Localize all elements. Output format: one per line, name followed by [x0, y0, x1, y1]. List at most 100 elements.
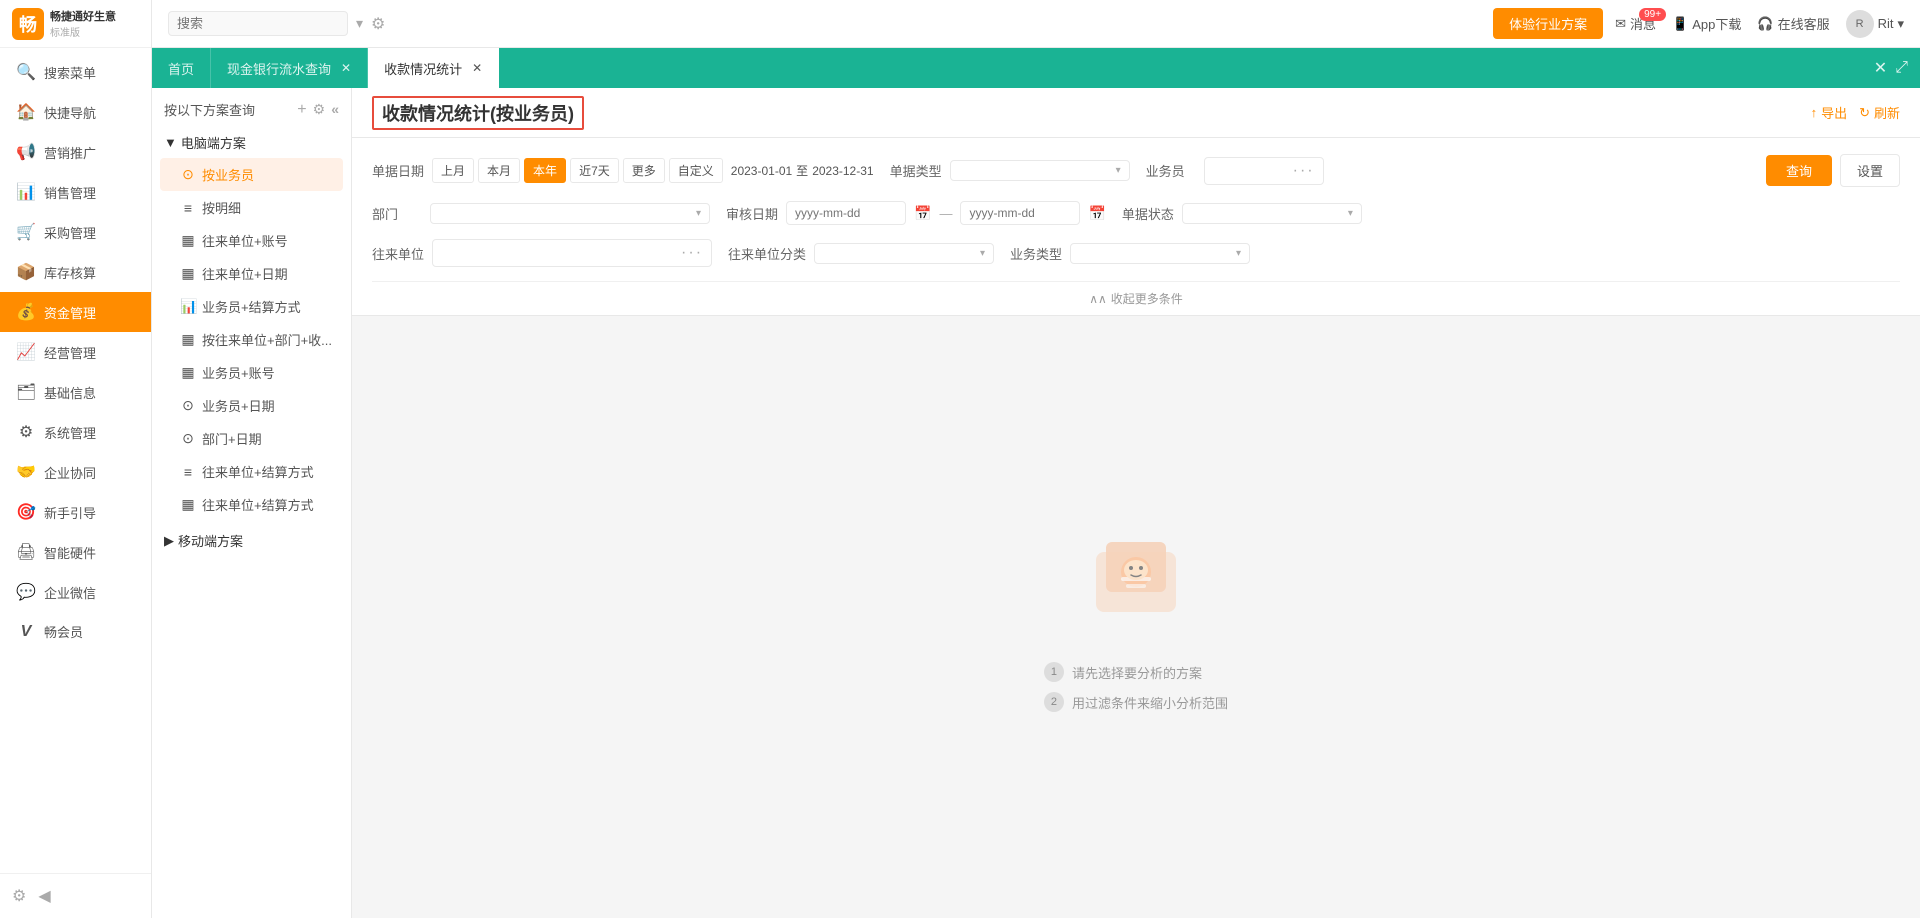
left-panel-collapse-icon[interactable]: « [331, 101, 339, 119]
msg-icon: ✉ [1615, 16, 1626, 32]
doc-type-select[interactable]: ▾ [950, 160, 1130, 181]
left-panel-settings-icon[interactable]: ⚙ [313, 101, 326, 119]
tab-expand-icon[interactable]: ⤢ [1895, 59, 1908, 77]
scheme-dept-date[interactable]: ⊙ 部门+日期 [160, 422, 343, 455]
salesperson-dots-icon[interactable]: ··· [1293, 162, 1315, 180]
date-btn-this-year[interactable]: 本年 [524, 158, 566, 183]
date-btn-more[interactable]: 更多 [623, 158, 665, 183]
review-date-start[interactable] [786, 201, 906, 225]
scheme-partner-date[interactable]: ▦ 往来单位+日期 [160, 257, 343, 290]
filter-row-3: 往来单位 ··· 往来单位分类 ▾ 业务类型 [372, 239, 1900, 267]
quick-nav-icon: 🏠 [16, 102, 36, 122]
user-avatar: R [1846, 10, 1874, 38]
partner-settlement1-icon: ≡ [180, 464, 196, 480]
topbar-search-area: ▾ ⚙ [168, 11, 1481, 36]
counterpart-select[interactable]: ··· [432, 239, 712, 267]
sidebar-item-hardware[interactable]: 🖨 智能硬件 [0, 532, 151, 572]
filter-row-2: 部门 ▾ 审核日期 📅 — 📅 [372, 201, 1900, 225]
hardware-icon: 🖨 [16, 542, 36, 562]
settings-btn[interactable]: 设置 [1840, 154, 1900, 187]
sidebar-settings-icon[interactable]: ⚙ [12, 886, 26, 906]
tabbar-actions: ✕ ⤢ [1862, 58, 1920, 78]
date-btn-this-month[interactable]: 本月 [478, 158, 520, 183]
left-panel-add-icon[interactable]: + [297, 101, 306, 119]
scheme-salesperson-settlement[interactable]: 📊 业务员+结算方式 [160, 290, 343, 323]
sidebar-item-search-menu[interactable]: 🔍 搜索菜单 [0, 52, 151, 92]
doc-status-select[interactable]: ▾ [1182, 203, 1362, 224]
refresh-btn[interactable]: ↻ 刷新 [1859, 103, 1900, 122]
dept-select[interactable]: ▾ [430, 203, 710, 224]
scheme-salesperson-date[interactable]: ⊙ 业务员+日期 [160, 389, 343, 422]
sidebar-item-sales[interactable]: 📊 销售管理 [0, 172, 151, 212]
topbar-user[interactable]: R Rit ▾ [1846, 10, 1904, 38]
partner-dept-icon: ▦ [180, 331, 196, 348]
topbar-msg[interactable]: ✉ 消息 99+ [1615, 14, 1656, 33]
search-input[interactable] [168, 11, 348, 36]
filter-counterpart: 往来单位 ··· [372, 239, 712, 267]
sidebar-item-member[interactable]: V 畅会员 [0, 612, 151, 651]
sidebar-item-basic-info[interactable]: 🗂 基础信息 [0, 372, 151, 412]
scheme-partner-account[interactable]: ▦ 往来单位+账号 [160, 224, 343, 257]
sidebar-item-wechat[interactable]: 💬 企业微信 [0, 572, 151, 612]
desktop-group-toggle[interactable]: ▼ 电脑端方案 [160, 127, 343, 158]
scheme-by-salesperson[interactable]: ⊙ 按业务员 [160, 158, 343, 191]
export-btn[interactable]: ↑ 导出 [1811, 103, 1848, 122]
refresh-icon: ↻ [1859, 105, 1870, 121]
mobile-group-toggle[interactable]: ▶ 移动端方案 [160, 525, 343, 556]
scheme-partner-dept[interactable]: ▦ 按往来单位+部门+收... [160, 323, 343, 356]
tab-bank-flow-close[interactable]: ✕ [341, 61, 351, 75]
scheme-partner-settlement1[interactable]: ≡ 往来单位+结算方式 [160, 455, 343, 488]
counterpart-type-select[interactable]: ▾ [814, 243, 994, 264]
date-btn-last-month[interactable]: 上月 [432, 158, 474, 183]
member-icon: V [16, 623, 36, 641]
counterpart-dots-icon[interactable]: ··· [681, 244, 703, 262]
scheme-partner-settlement2[interactable]: ▦ 往来单位+结算方式 [160, 488, 343, 521]
sidebar-item-cooperation[interactable]: 🤝 企业协同 [0, 452, 151, 492]
date-btn-7days[interactable]: 近7天 [570, 158, 619, 183]
date-btn-custom[interactable]: 自定义 [669, 158, 723, 183]
export-icon: ↑ [1811, 105, 1818, 120]
collapse-more-btn[interactable]: ∧∧ 收起更多条件 [372, 281, 1900, 315]
topbar-chevron-icon[interactable]: ▾ [356, 15, 363, 32]
biz-type-select[interactable]: ▾ [1070, 243, 1250, 264]
filter-actions: 查询 设置 [1766, 154, 1900, 187]
tab-collection-stat-close[interactable]: ✕ [472, 61, 482, 75]
topbar-online-service[interactable]: 🎧 在线客服 [1757, 14, 1829, 33]
page-title-bar: 收款情况统计(按业务员) ↑ 导出 ↻ 刷新 [352, 88, 1920, 138]
hint-2: 2 用过滤条件来缩小分析范围 [1044, 692, 1228, 712]
review-date-end[interactable] [960, 201, 1080, 225]
tab-close-all-icon[interactable]: ✕ [1874, 58, 1887, 78]
sidebar-nav: 🔍 搜索菜单 🏠 快捷导航 📢 营销推广 📊 销售管理 🛒 采购管理 📦 库存核… [0, 48, 151, 873]
sidebar-collapse-icon[interactable]: ◀‍ [38, 886, 50, 906]
tab-bank-flow[interactable]: 现金银行流水查询 ✕ [211, 48, 368, 88]
page-title-actions: ↑ 导出 ↻ 刷新 [1811, 103, 1900, 122]
filter-date: 单据日期 上月 本月 本年 近7天 更多 自定义 2023-01-01 至 [372, 158, 874, 183]
sidebar-item-quick-nav[interactable]: 🏠 快捷导航 [0, 92, 151, 132]
sidebar-item-operation[interactable]: 📈 经营管理 [0, 332, 151, 372]
trial-btn[interactable]: 体验行业方案 [1493, 8, 1603, 39]
sidebar-item-guide[interactable]: 🎯 新手引导 [0, 492, 151, 532]
calendar-end-icon[interactable]: 📅 [1088, 205, 1105, 222]
empty-illustration [1076, 522, 1196, 642]
sidebar-item-marketing[interactable]: 📢 营销推广 [0, 132, 151, 172]
salesperson-select[interactable]: ··· [1204, 157, 1324, 185]
wechat-icon: 💬 [16, 582, 36, 602]
calendar-start-icon[interactable]: 📅 [914, 205, 931, 222]
query-btn[interactable]: 查询 [1766, 155, 1832, 186]
topbar: ▾ ⚙ 体验行业方案 ✉ 消息 99+ 📱 App下载 🎧 在线客服 R Rit… [152, 0, 1920, 48]
service-icon: 🎧 [1757, 16, 1773, 32]
sidebar-item-purchase[interactable]: 🛒 采购管理 [0, 212, 151, 252]
filter-doc-status: 单据状态 ▾ [1122, 203, 1362, 224]
filter-salesperson: 业务员 ··· [1146, 157, 1324, 185]
topbar-app-download[interactable]: 📱 App下载 [1672, 14, 1741, 33]
tab-home[interactable]: 首页 [152, 48, 211, 88]
sidebar-item-system[interactable]: ⚙ 系统管理 [0, 412, 151, 452]
partner-account-icon: ▦ [180, 232, 196, 249]
scheme-by-detail[interactable]: ≡ 按明细 [160, 191, 343, 224]
tab-collection-stat[interactable]: 收款情况统计 ✕ [368, 48, 499, 88]
sidebar-item-inventory[interactable]: 📦 库存核算 [0, 252, 151, 292]
scheme-salesperson-account[interactable]: ▦ 业务员+账号 [160, 356, 343, 389]
cooperation-icon: 🤝 [16, 462, 36, 482]
sidebar-item-finance[interactable]: 💰 资金管理 [0, 292, 151, 332]
topbar-gear-icon[interactable]: ⚙ [371, 14, 385, 34]
